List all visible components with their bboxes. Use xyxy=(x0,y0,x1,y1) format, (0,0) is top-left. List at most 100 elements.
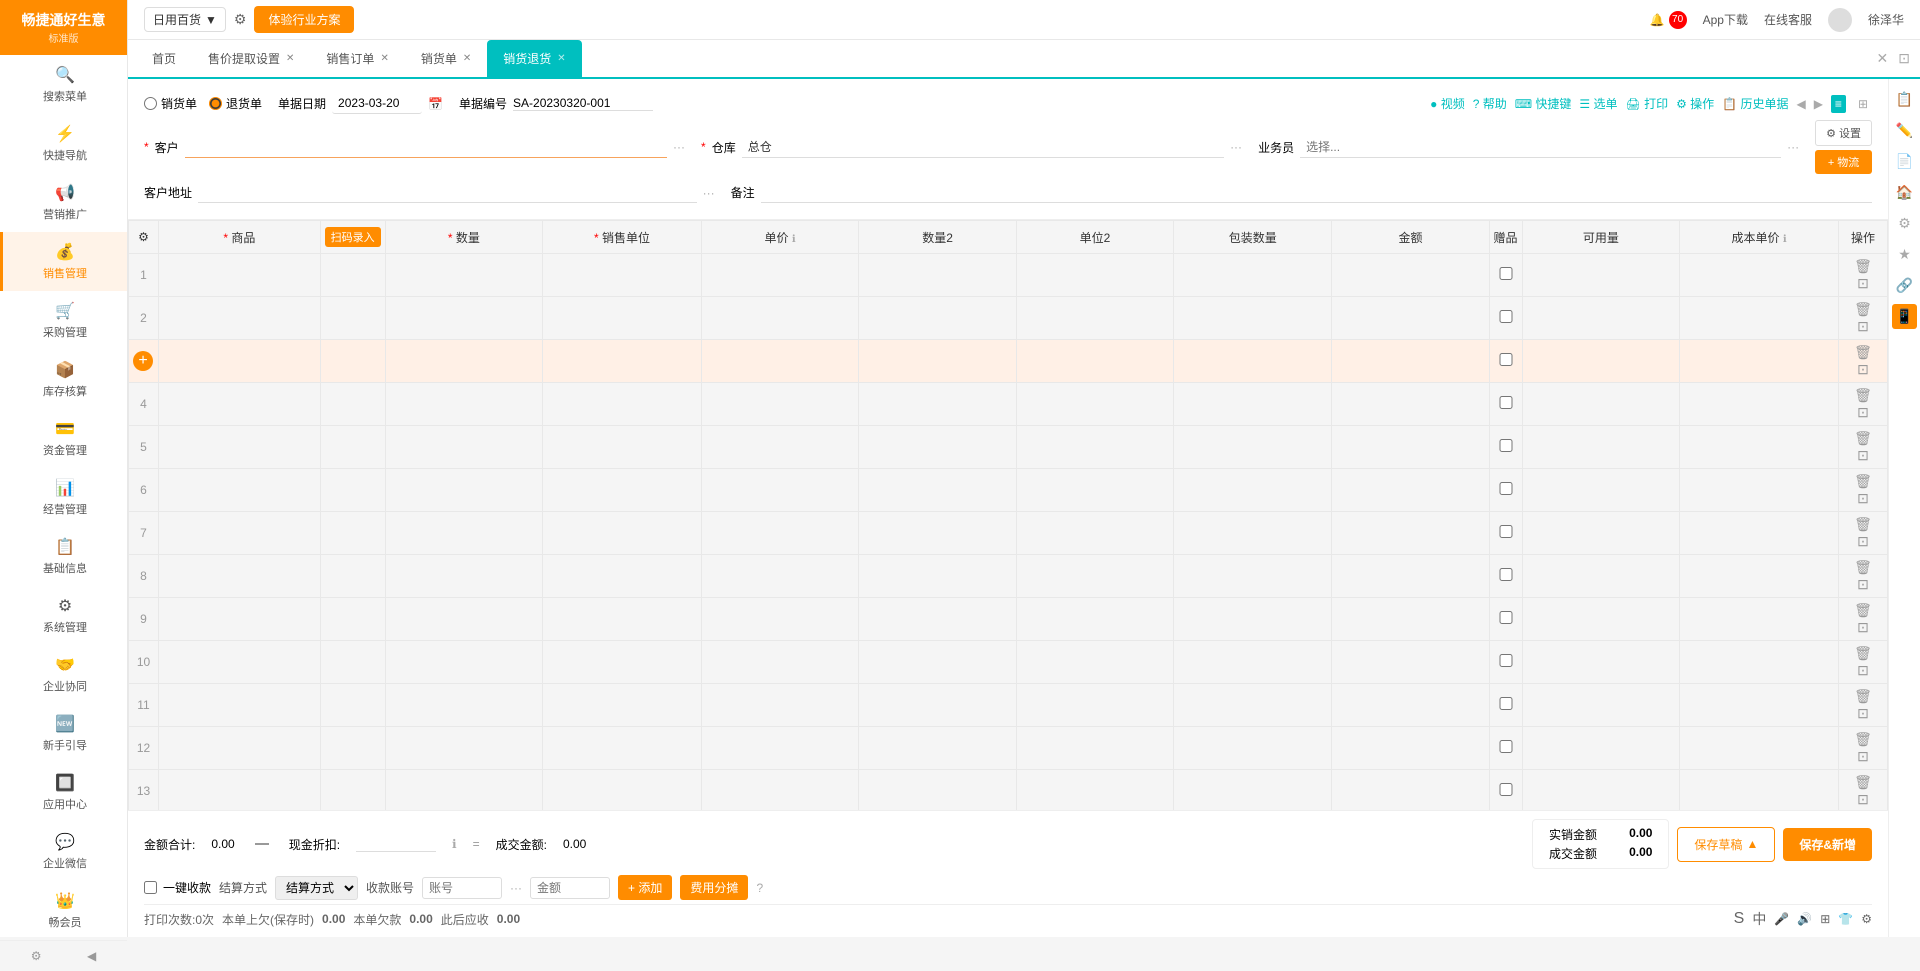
cost-price-cell-3[interactable] xyxy=(1680,340,1839,383)
product-cell-8[interactable] xyxy=(159,555,321,598)
copy-row-btn-7[interactable]: ⊡ xyxy=(1857,533,1869,549)
unit2-cell-7[interactable] xyxy=(1016,512,1173,555)
pack-qty-cell-1[interactable] xyxy=(1174,254,1332,297)
cost-price-input-10[interactable] xyxy=(1684,655,1834,669)
product-input-2[interactable] xyxy=(163,311,316,325)
unit-cell-6[interactable] xyxy=(543,469,702,512)
amount-input[interactable] xyxy=(530,877,610,899)
qty2-input-6[interactable] xyxy=(863,483,1011,497)
qty2-cell-3[interactable] xyxy=(859,340,1016,383)
price-input-11[interactable] xyxy=(706,698,854,712)
unit2-input-4[interactable] xyxy=(1021,397,1169,411)
available-input-11[interactable] xyxy=(1527,698,1676,712)
pack-qty-input-2[interactable] xyxy=(1178,311,1327,325)
customer-input[interactable] xyxy=(185,137,667,158)
qty2-input-4[interactable] xyxy=(863,397,1011,411)
gift-cell-4[interactable] xyxy=(1489,383,1522,426)
right-icon-link[interactable]: 🔗 xyxy=(1892,273,1917,298)
price-cell-4[interactable] xyxy=(701,383,858,426)
pack-qty-cell-6[interactable] xyxy=(1174,469,1332,512)
gift-cell-7[interactable] xyxy=(1489,512,1522,555)
price-input-9[interactable] xyxy=(706,612,854,626)
price-cell-8[interactable] xyxy=(701,555,858,598)
amount-input-6[interactable] xyxy=(1336,483,1484,497)
price-cell-6[interactable] xyxy=(701,469,858,512)
gift-cell-12[interactable] xyxy=(1489,727,1522,770)
unit2-input-1[interactable] xyxy=(1021,268,1169,282)
available-input-9[interactable] xyxy=(1527,612,1676,626)
unit2-cell-4[interactable] xyxy=(1016,383,1173,426)
pack-qty-input-13[interactable] xyxy=(1178,784,1327,798)
price-cell-11[interactable] xyxy=(701,684,858,727)
experience-btn[interactable]: 体验行业方案 xyxy=(254,6,354,33)
th-scan[interactable]: 扫码录入 xyxy=(320,221,385,254)
cost-price-input-9[interactable] xyxy=(1684,612,1834,626)
delete-row-btn-4[interactable]: 🗑 xyxy=(1854,387,1872,403)
price-input-3[interactable] xyxy=(706,354,854,368)
qty2-input-11[interactable] xyxy=(863,698,1011,712)
bottom-icon-1[interactable]: S xyxy=(1734,910,1745,928)
notification-area[interactable]: 🔔 70 xyxy=(1650,11,1687,29)
pack-qty-cell-13[interactable] xyxy=(1174,770,1332,811)
qty2-input-7[interactable] xyxy=(863,526,1011,540)
gift-checkbox-12[interactable] xyxy=(1494,740,1518,753)
cost-price-cell-9[interactable] xyxy=(1680,598,1839,641)
unit2-input-8[interactable] xyxy=(1021,569,1169,583)
number-input[interactable] xyxy=(513,96,653,111)
price-cell-1[interactable] xyxy=(701,254,858,297)
tab-sales-close[interactable]: ✕ xyxy=(463,53,471,64)
product-cell-6[interactable] xyxy=(159,469,321,512)
qty2-cell-1[interactable] xyxy=(859,254,1016,297)
sidebar-footer-collapse[interactable]: ◀ xyxy=(87,949,96,963)
copy-row-btn-6[interactable]: ⊡ xyxy=(1857,490,1869,506)
gift-checkbox-6[interactable] xyxy=(1494,482,1518,495)
sidebar-item-purchase[interactable]: 🛒 采购管理 xyxy=(0,291,127,350)
tab-sales-order-close[interactable]: ✕ xyxy=(380,53,388,64)
pack-qty-input-3[interactable] xyxy=(1178,354,1327,368)
unit2-cell-11[interactable] xyxy=(1016,684,1173,727)
amount-cell-9[interactable] xyxy=(1332,598,1489,641)
unit-input-11[interactable] xyxy=(547,698,697,712)
view-toggle-grid[interactable]: ⊞ xyxy=(1854,95,1872,113)
unit2-cell-2[interactable] xyxy=(1016,297,1173,340)
amount-input-7[interactable] xyxy=(1336,526,1484,540)
unit-cell-5[interactable] xyxy=(543,426,702,469)
gift-checkbox-11[interactable] xyxy=(1494,697,1518,710)
product-input-3[interactable] xyxy=(163,354,316,368)
amount-cell-3[interactable] xyxy=(1332,340,1489,383)
right-icon-active[interactable]: 📱 xyxy=(1892,304,1917,329)
delete-row-btn-10[interactable]: 🗑 xyxy=(1854,645,1872,661)
available-input-12[interactable] xyxy=(1527,741,1676,755)
unit-input-7[interactable] xyxy=(547,526,697,540)
copy-row-btn-13[interactable]: ⊡ xyxy=(1857,791,1869,807)
quantity-input-12[interactable] xyxy=(390,741,538,755)
tab-price-setting[interactable]: 售价提取设置 ✕ xyxy=(192,40,310,77)
quantity-cell-1[interactable] xyxy=(385,254,542,297)
qty2-cell-13[interactable] xyxy=(859,770,1016,811)
amount-cell-6[interactable] xyxy=(1332,469,1489,512)
unit-input-5[interactable] xyxy=(547,440,697,454)
tab-home[interactable]: 首页 xyxy=(136,40,192,77)
gift-checkbox-7[interactable] xyxy=(1494,525,1518,538)
price-input-1[interactable] xyxy=(706,268,854,282)
tab-price-setting-close[interactable]: ✕ xyxy=(286,53,294,64)
price-input-5[interactable] xyxy=(706,440,854,454)
right-icon-doc[interactable]: 📄 xyxy=(1892,149,1917,174)
sidebar-item-inventory[interactable]: 📦 库存核算 xyxy=(0,350,127,409)
industry-select[interactable]: 日用百货 ▼ xyxy=(144,7,226,32)
bottom-icon-6[interactable]: 👕 xyxy=(1838,912,1853,926)
available-input-13[interactable] xyxy=(1527,784,1676,798)
unit-cell-9[interactable] xyxy=(543,598,702,641)
fee-split-btn[interactable]: 费用分摊 xyxy=(680,875,748,900)
bottom-icon-2[interactable]: 中 xyxy=(1752,909,1766,929)
gift-cell-11[interactable] xyxy=(1489,684,1522,727)
price-cell-10[interactable] xyxy=(701,641,858,684)
sidebar-item-apps[interactable]: 🔲 应用中心 xyxy=(0,763,127,822)
available-cell-9[interactable] xyxy=(1522,598,1680,641)
sidebar-item-member[interactable]: 👑 畅会员 xyxy=(0,881,127,940)
quantity-cell-11[interactable] xyxy=(385,684,542,727)
unit-input-13[interactable] xyxy=(547,784,697,798)
unit-cell-1[interactable] xyxy=(543,254,702,297)
cost-price-cell-1[interactable] xyxy=(1680,254,1839,297)
available-cell-5[interactable] xyxy=(1522,426,1680,469)
